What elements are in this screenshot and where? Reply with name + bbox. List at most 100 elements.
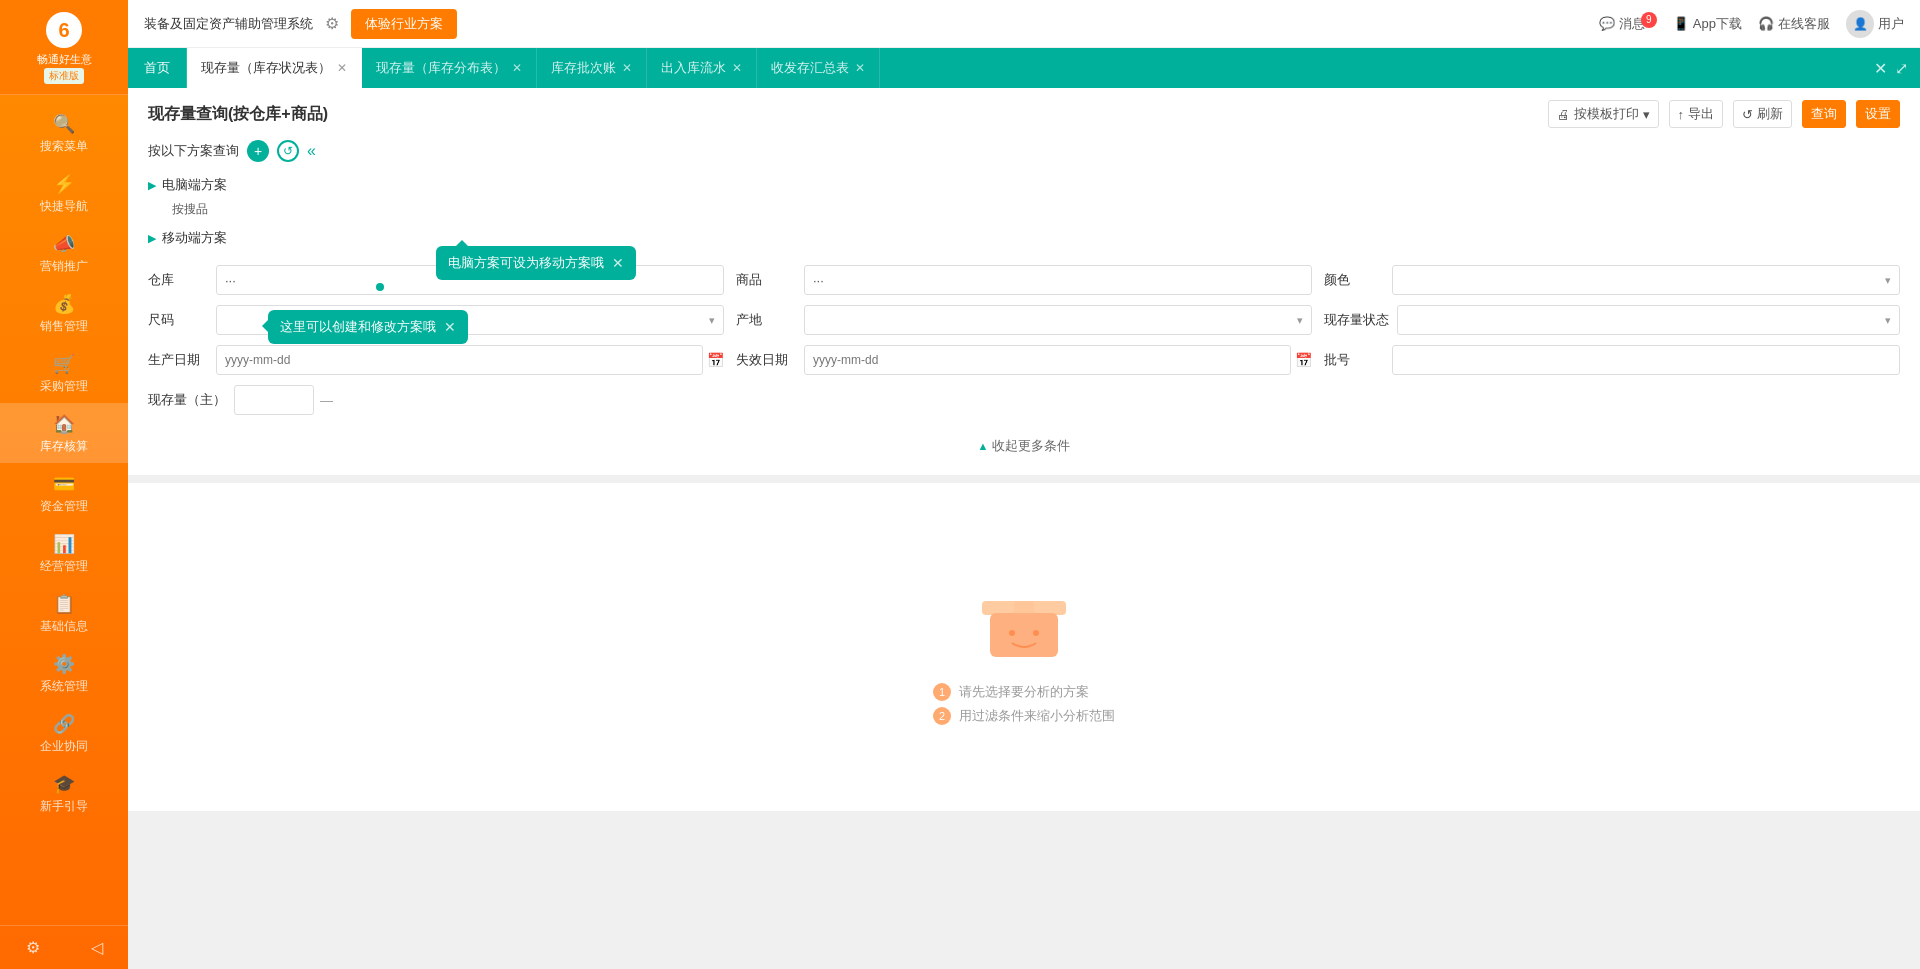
sidebar-collapse-btn[interactable]: ◁ <box>91 938 103 957</box>
scheme-mobile-header[interactable]: ▶ 移动端方案 <box>148 225 1900 251</box>
sidebar-item-system[interactable]: ⚙️ 系统管理 <box>0 643 128 703</box>
tab-maximize-icon[interactable]: ⤢ <box>1895 59 1908 78</box>
scheme-desktop-label: 电脑端方案 <box>162 176 227 194</box>
app-download-btn[interactable]: 📱 App下载 <box>1673 15 1742 33</box>
sidebar-item-marketing[interactable]: 📣 营销推广 <box>0 223 128 283</box>
tab-inventory-status[interactable]: 现存量（库存状况表） ✕ <box>187 48 362 88</box>
collapse-icon: ▲ <box>978 440 989 452</box>
query-btn[interactable]: 查询 <box>1802 100 1846 128</box>
action-btn[interactable]: 体验行业方案 <box>351 9 457 39</box>
refresh-btn[interactable]: ↺ 刷新 <box>1733 100 1792 128</box>
main-area: 装备及固定资产辅助管理系统 ⚙ 体验行业方案 💬 消息 9 📱 App下载 🎧 … <box>128 0 1920 969</box>
filter-refresh-btn[interactable]: ↺ <box>277 140 299 162</box>
goods-select[interactable]: ··· <box>804 265 1312 295</box>
collapse-more-btn[interactable]: ▲ 收起更多条件 <box>148 429 1900 463</box>
scheme-desktop-item-1[interactable]: 按搜品 <box>148 198 1900 221</box>
stock-status-label: 现存量状态 <box>1324 311 1389 329</box>
message-btn[interactable]: 💬 消息 9 <box>1599 15 1657 33</box>
tab-batch[interactable]: 库存批次账 ✕ <box>537 48 647 88</box>
tab-inventory-dist[interactable]: 现存量（库存分布表） ✕ <box>362 48 537 88</box>
filter-item-stock-qty: 现存量（主） — <box>148 385 724 415</box>
purchase-icon: 🛒 <box>53 353 75 375</box>
tab-home[interactable]: 首页 <box>128 48 187 88</box>
sidebar-system-label: 系统管理 <box>40 678 88 695</box>
settings-btn[interactable]: 设置 <box>1856 100 1900 128</box>
user-profile-btn[interactable]: 👤 用户 <box>1846 10 1904 38</box>
sidebar-item-operations[interactable]: 📊 经营管理 <box>0 523 128 583</box>
sidebar-item-newbie[interactable]: 🎓 新手引导 <box>0 763 128 823</box>
warehouse-label: 仓库 <box>148 271 208 289</box>
search-icon: 🔍 <box>53 113 75 135</box>
sidebar-item-purchase[interactable]: 🛒 采购管理 <box>0 343 128 403</box>
sidebar-item-sales[interactable]: 💰 销售管理 <box>0 283 128 343</box>
filter-item-prod-date: 生产日期 📅 <box>148 345 724 375</box>
tooltip1-close[interactable]: ✕ <box>612 255 624 271</box>
sidebar-item-basic[interactable]: 📋 基础信息 <box>0 583 128 643</box>
tab-bar: 首页 现存量（库存状况表） ✕ 现存量（库存分布表） ✕ 库存批次账 ✕ 出入库… <box>128 48 1920 88</box>
tooltip-scheme-hint: 电脑方案可设为移动方案哦 ✕ <box>436 246 636 280</box>
filter-prev-btn[interactable]: « <box>307 142 316 160</box>
operations-icon: 📊 <box>53 533 75 555</box>
sidebar-newbie-label: 新手引导 <box>40 798 88 815</box>
header: 装备及固定资产辅助管理系统 ⚙ 体验行业方案 💬 消息 9 📱 App下载 🎧 … <box>128 0 1920 48</box>
origin-arrow-icon: ▾ <box>1297 314 1303 327</box>
warehouse-dots: ··· <box>225 273 236 288</box>
stock-qty-min[interactable] <box>234 385 314 415</box>
tab-close-all-icon[interactable]: ✕ <box>1874 59 1887 78</box>
sidebar-item-search[interactable]: 🔍 搜索菜单 <box>0 103 128 163</box>
online-support-btn[interactable]: 🎧 在线客服 <box>1758 15 1830 33</box>
export-btn[interactable]: ↑ 导出 <box>1669 100 1724 128</box>
tooltip2-close[interactable]: ✕ <box>444 319 456 335</box>
prod-date-calendar-icon[interactable]: 📅 <box>707 352 724 368</box>
refresh-icon: ↺ <box>1742 107 1753 122</box>
sidebar-item-enterprise[interactable]: 🔗 企业协同 <box>0 703 128 763</box>
sidebar-item-finance[interactable]: 💳 资金管理 <box>0 463 128 523</box>
empty-hint-2: 2 用过滤条件来缩小分析范围 <box>933 707 1115 725</box>
origin-label: 产地 <box>736 311 796 329</box>
origin-select[interactable]: ▾ <box>804 305 1312 335</box>
collapse-label: 收起更多条件 <box>992 437 1070 455</box>
tab-inventory-status-close[interactable]: ✕ <box>337 61 347 75</box>
filter-section: 按以下方案查询 + ↺ « ▶ 电脑端方案 按搜品 ▶ 移动端方案 <box>128 128 1920 475</box>
color-arrow-icon: ▾ <box>1885 274 1891 287</box>
color-select[interactable]: ▾ <box>1392 265 1900 295</box>
stock-status-select[interactable]: ▾ <box>1397 305 1900 335</box>
sidebar-basic-label: 基础信息 <box>40 618 88 635</box>
stock-qty-range: — <box>234 385 724 415</box>
page-actions: 🖨 按模板打印 ▾ ↑ 导出 ↺ 刷新 查询 设置 <box>1548 100 1901 128</box>
page-header: 现存量查询(按仓库+商品) 🖨 按模板打印 ▾ ↑ 导出 ↺ 刷新 查询 设置 <box>128 88 1920 128</box>
stock-status-arrow-icon: ▾ <box>1885 314 1891 327</box>
header-gear-icon[interactable]: ⚙ <box>325 14 339 33</box>
finance-icon: 💳 <box>53 473 75 495</box>
tab-batch-close[interactable]: ✕ <box>622 61 632 75</box>
filter-rows: 仓库 ··· 商品 ··· 颜色 <box>148 261 1900 429</box>
print-btn[interactable]: 🖨 按模板打印 ▾ <box>1548 100 1659 128</box>
support-icon: 🎧 <box>1758 16 1774 31</box>
tab-flow-close[interactable]: ✕ <box>732 61 742 75</box>
tab-summary[interactable]: 收发存汇总表 ✕ <box>757 48 880 88</box>
batch-input[interactable] <box>1392 345 1900 375</box>
empty-svg <box>974 563 1074 663</box>
scheme-desktop-header[interactable]: ▶ 电脑端方案 <box>148 172 1900 198</box>
sidebar-item-quicknav[interactable]: ⚡ 快捷导航 <box>0 163 128 223</box>
enterprise-icon: 🔗 <box>53 713 75 735</box>
user-label: 用户 <box>1878 15 1904 33</box>
tab-summary-close[interactable]: ✕ <box>855 61 865 75</box>
filter-add-btn[interactable]: + <box>247 140 269 162</box>
expire-date-calendar-icon[interactable]: 📅 <box>1295 352 1312 368</box>
tooltip-create-hint: 这里可以创建和修改方案哦 ✕ <box>268 310 468 344</box>
color-label: 颜色 <box>1324 271 1384 289</box>
goods-dots: ··· <box>813 273 824 288</box>
sidebar-quicknav-label: 快捷导航 <box>40 198 88 215</box>
system-name: 装备及固定资产辅助管理系统 <box>144 15 313 33</box>
prod-date-start[interactable] <box>216 345 703 375</box>
expire-date-start[interactable] <box>804 345 1291 375</box>
logo-text: 畅通好生意 <box>37 52 92 66</box>
tab-inventory-dist-close[interactable]: ✕ <box>512 61 522 75</box>
filter-label: 按以下方案查询 <box>148 142 239 160</box>
sidebar-settings-btn[interactable]: ⚙ <box>26 938 40 957</box>
tab-flow[interactable]: 出入库流水 ✕ <box>647 48 757 88</box>
range-dash: — <box>320 393 333 408</box>
sidebar-item-inventory[interactable]: 🏠 库存核算 <box>0 403 128 463</box>
empty-num-2: 2 <box>933 707 951 725</box>
